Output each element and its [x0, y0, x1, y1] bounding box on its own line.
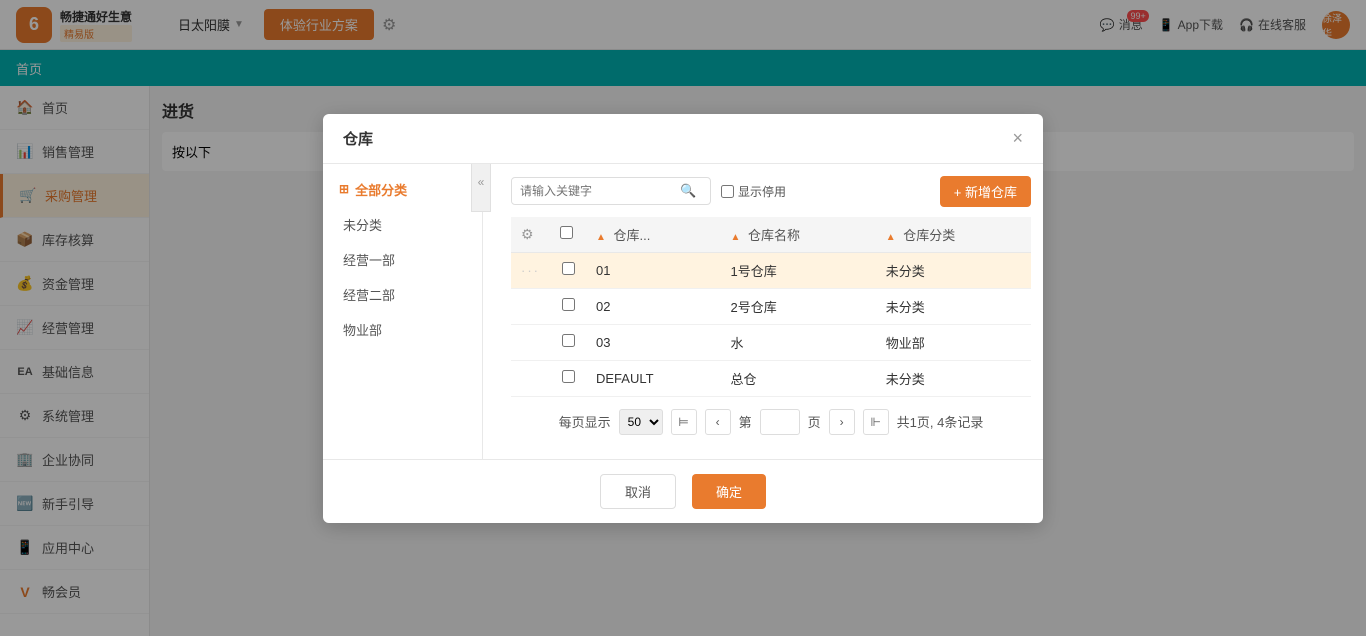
- th-name: ▲ 仓库名称: [720, 217, 875, 253]
- modal-title: 仓库: [343, 128, 373, 149]
- cancel-button[interactable]: 取消: [600, 474, 676, 509]
- th-settings: ⚙: [511, 217, 550, 253]
- table-container: ⚙ ▲ 仓库... ▲: [511, 217, 1031, 397]
- warehouse-modal: 仓库 × ⊞ 全部分类 未分类 经营一部 经营二部 物业部 «: [323, 114, 1043, 523]
- row-check-1: [550, 252, 586, 288]
- row-checkbox-2[interactable]: [562, 298, 575, 311]
- row-index-1: 01: [586, 252, 720, 288]
- category-item-ops1[interactable]: 经营一部: [323, 242, 482, 277]
- search-icon[interactable]: 🔍: [672, 178, 704, 204]
- table-body: ··· 01 1号仓库 未分类 02 2号仓库: [511, 252, 1031, 396]
- th-category: ▲ 仓库分类: [876, 217, 1031, 253]
- confirm-button[interactable]: 确定: [692, 474, 766, 509]
- table-row[interactable]: DEFAULT 总仓 未分类: [511, 360, 1031, 396]
- warehouse-table: ⚙ ▲ 仓库... ▲: [511, 217, 1031, 397]
- modal-header: 仓库 ×: [323, 114, 1043, 164]
- category-panel: ⊞ 全部分类 未分类 经营一部 经营二部 物业部: [323, 164, 483, 459]
- first-page-btn[interactable]: ⊨: [671, 409, 697, 435]
- grid-icon: ⊞: [339, 182, 349, 196]
- row-name-2: 2号仓库: [720, 288, 875, 324]
- row-dots-1: ···: [511, 252, 550, 288]
- row-dots-4: [511, 360, 550, 396]
- table-row[interactable]: 03 水 物业部: [511, 324, 1031, 360]
- settings-col-icon: ⚙: [521, 226, 534, 242]
- sort-icon-name: ▲: [730, 232, 740, 243]
- last-page-btn[interactable]: ⊩: [863, 409, 889, 435]
- row-category-3: 物业部: [876, 324, 1031, 360]
- table-row[interactable]: ··· 01 1号仓库 未分类: [511, 252, 1031, 288]
- table-row[interactable]: 02 2号仓库 未分类: [511, 288, 1031, 324]
- next-page-btn[interactable]: ›: [829, 409, 855, 435]
- show-disabled-checkbox[interactable]: [721, 185, 734, 198]
- modal-close-button[interactable]: ×: [1012, 128, 1023, 149]
- sort-icon-cat: ▲: [886, 232, 896, 243]
- per-page-select[interactable]: 50: [619, 409, 663, 435]
- search-box: 🔍: [511, 177, 711, 205]
- modal-overlay: 仓库 × ⊞ 全部分类 未分类 经营一部 经营二部 物业部 «: [0, 0, 1366, 636]
- table-panel: 🔍 显示停用 + 新增仓库 ⚙: [499, 164, 1043, 459]
- th-checkbox: [550, 217, 586, 253]
- show-disabled-checkbox-label: 显示停用: [721, 183, 786, 200]
- select-all-checkbox[interactable]: [560, 226, 573, 239]
- modal-footer: 取消 确定: [323, 459, 1043, 523]
- collapse-icon: «: [478, 175, 485, 189]
- row-checkbox-1[interactable]: [562, 262, 575, 275]
- row-category-1: 未分类: [876, 252, 1031, 288]
- category-item-unclassified[interactable]: 未分类: [323, 207, 482, 242]
- prev-page-btn[interactable]: ‹: [705, 409, 731, 435]
- row-check-4: [550, 360, 586, 396]
- table-toolbar: 🔍 显示停用 + 新增仓库: [511, 176, 1031, 207]
- row-dots-3: [511, 324, 550, 360]
- row-name-1: 1号仓库: [720, 252, 875, 288]
- row-check-2: [550, 288, 586, 324]
- modal-body: ⊞ 全部分类 未分类 经营一部 经营二部 物业部 « 🔍: [323, 164, 1043, 459]
- row-category-4: 未分类: [876, 360, 1031, 396]
- all-categories-btn[interactable]: ⊞ 全部分类: [323, 172, 482, 207]
- sort-icon: ▲: [596, 232, 606, 243]
- collapse-panel-btn[interactable]: «: [471, 164, 491, 212]
- row-dots-2: [511, 288, 550, 324]
- search-input[interactable]: [512, 179, 672, 203]
- th-code: ▲ 仓库...: [586, 217, 720, 253]
- row-checkbox-3[interactable]: [562, 334, 575, 347]
- category-item-ops2[interactable]: 经营二部: [323, 277, 482, 312]
- row-index-4: DEFAULT: [586, 360, 720, 396]
- row-checkbox-4[interactable]: [562, 370, 575, 383]
- pagination: 每页显示 50 ⊨ ‹ 第 1 页 › ⊩ 共1页, 4条记录: [511, 397, 1031, 447]
- row-name-4: 总仓: [720, 360, 875, 396]
- row-check-3: [550, 324, 586, 360]
- row-category-2: 未分类: [876, 288, 1031, 324]
- row-index-2: 02: [586, 288, 720, 324]
- row-index-3: 03: [586, 324, 720, 360]
- row-name-3: 水: [720, 324, 875, 360]
- page-number-input[interactable]: 1: [760, 409, 800, 435]
- table-header: ⚙ ▲ 仓库... ▲: [511, 217, 1031, 253]
- new-warehouse-btn[interactable]: + 新增仓库: [940, 176, 1031, 207]
- category-item-property[interactable]: 物业部: [323, 312, 482, 347]
